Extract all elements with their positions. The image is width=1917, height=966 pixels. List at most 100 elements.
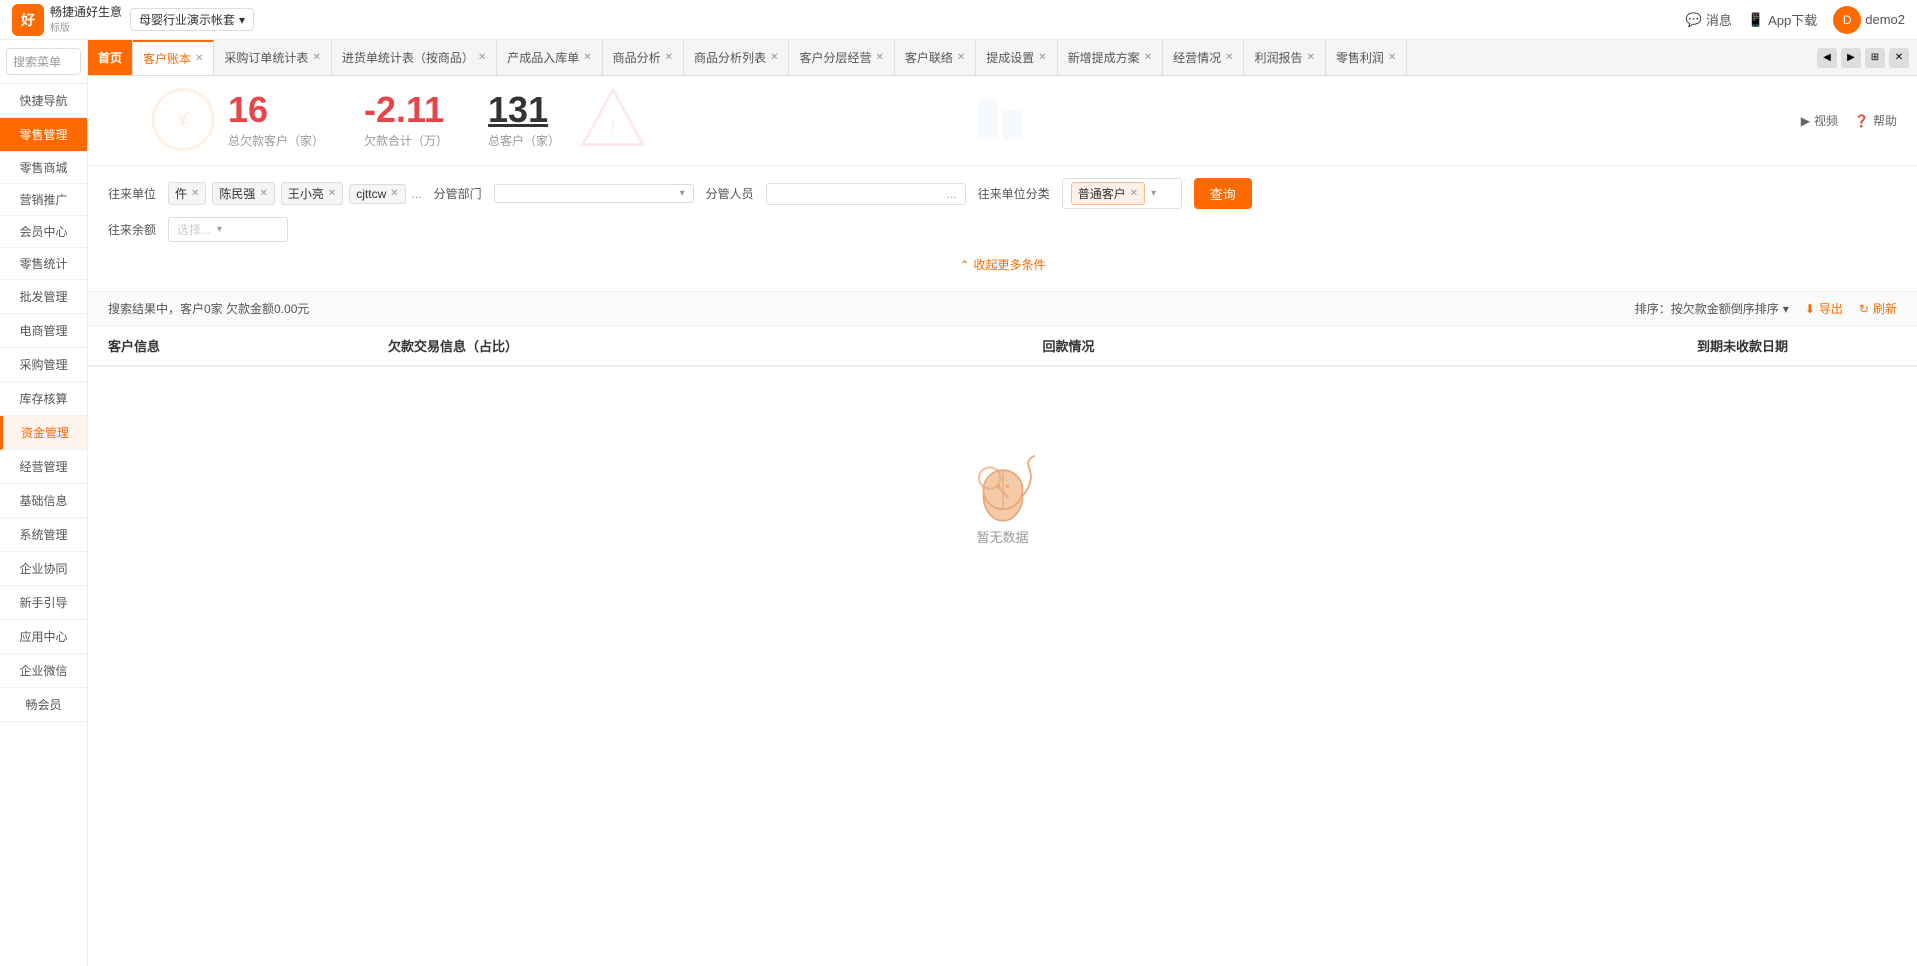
person-select[interactable]: ... — [766, 183, 966, 205]
category-select[interactable]: 普通客户 ✕ ▾ — [1062, 178, 1182, 209]
tab-shangpfxlb-label: 商品分析列表 — [694, 49, 766, 66]
sidebar-item-jichuxxi[interactable]: 基础信息 — [0, 484, 87, 518]
sidebar-item-changhuiy[interactable]: 畅会员 — [0, 688, 87, 722]
tab-more-btn[interactable]: ⊞ — [1865, 48, 1885, 68]
tab-next-btn[interactable]: ▶ — [1841, 48, 1861, 68]
sidebar-item-xitonggl[interactable]: 系统管理 — [0, 518, 87, 552]
sidebar-item-jingyingl[interactable]: 经营管理 — [0, 450, 87, 484]
tab-jingyingqk[interactable]: 经营情况 ✕ — [1163, 40, 1244, 76]
logo-sub: 标版 — [50, 19, 122, 34]
collapse-btn[interactable]: ⌃ 收起更多条件 — [108, 250, 1897, 279]
company-select[interactable]: 母婴行业演示帐套 ▾ — [130, 8, 254, 31]
unit-tag-4-label: cjttcw — [356, 187, 386, 201]
col-header-customer: 客户信息 — [108, 336, 388, 355]
tab-caigoudd-close[interactable]: ✕ — [312, 52, 320, 63]
tab-kehubk-close[interactable]: ✕ — [195, 53, 203, 64]
tab-kehulx-label: 客户联络 — [905, 49, 953, 66]
stat-debit-total: -2.11 欠款合计（万） — [364, 92, 488, 149]
refresh-btn[interactable]: ↻ 刷新 — [1859, 300, 1897, 317]
video-btn[interactable]: ▶ 视频 — [1801, 112, 1838, 129]
sidebar-item-xinshouyj[interactable]: 新手引导 — [0, 586, 87, 620]
col-header-due-date: 到期未收款日期 — [1697, 336, 1897, 355]
tab-kehulx-close[interactable]: ✕ — [957, 52, 965, 63]
tab-tichengss-close[interactable]: ✕ — [1038, 52, 1046, 63]
tab-jinhbc-close[interactable]: ✕ — [478, 52, 486, 63]
query-button[interactable]: 查询 — [1194, 178, 1252, 209]
unit-tag-2-close[interactable]: ✕ — [259, 188, 267, 199]
category-tag-close[interactable]: ✕ — [1130, 188, 1138, 199]
tab-shangpfxlb[interactable]: 商品分析列表 ✕ — [684, 40, 789, 76]
result-summary: 搜索结果中，客户0家 欠款金额0.00元 — [108, 300, 309, 317]
tab-shangpfx[interactable]: 商品分析 ✕ — [603, 40, 684, 76]
tab-caigoudd[interactable]: 采购订单统计表 ✕ — [214, 40, 331, 76]
unit-tag-2-label: 陈民强 — [219, 185, 255, 202]
sidebar-search-button[interactable]: 搜索菜单 — [6, 48, 81, 75]
top-bar-right: 💬 消息 📱 App下载 D demo2 — [1686, 6, 1905, 34]
video-icon: ▶ — [1801, 114, 1810, 128]
tab-jinhbc[interactable]: 进货单统计表（按商品） ✕ — [332, 40, 497, 76]
sidebar-item-kuaijiedh[interactable]: 快捷导航 — [0, 84, 87, 118]
tab-chancrk-close[interactable]: ✕ — [583, 52, 591, 63]
unit-tags-more[interactable]: ... — [412, 187, 422, 201]
tab-bar: 首页 客户账本 ✕ 采购订单统计表 ✕ 进货单统计表（按商品） ✕ 产成品入库单… — [88, 40, 1917, 76]
unit-tag-3-label: 王小亮 — [288, 185, 324, 202]
collapse-icon: ⌃ — [959, 258, 969, 272]
sidebar-item-dianshag[interactable]: 电商管理 — [0, 314, 87, 348]
tab-kehufcjy[interactable]: 客户分层经营 ✕ — [789, 40, 894, 76]
tab-home-label: 首页 — [98, 49, 122, 66]
tab-chancrk[interactable]: 产成品入库单 ✕ — [497, 40, 602, 76]
sidebar-item-lingshoglr[interactable]: 零售管理 — [0, 118, 87, 152]
user-area[interactable]: D demo2 — [1833, 6, 1905, 34]
balance-select[interactable]: 选择... ▾ — [168, 217, 288, 242]
tab-tichengss[interactable]: 提成设置 ✕ — [976, 40, 1057, 76]
sort-select[interactable]: 排序：按欠款金额倒序排序 ▾ — [1635, 300, 1789, 317]
tab-jingyingqk-close[interactable]: ✕ — [1225, 52, 1233, 63]
sidebar-item-yxingtg[interactable]: 营销推广 — [0, 184, 87, 216]
export-btn[interactable]: ⬇ 导出 — [1805, 300, 1843, 317]
tab-shangpfx-close[interactable]: ✕ — [665, 52, 673, 63]
message-btn[interactable]: 💬 消息 — [1686, 10, 1732, 29]
unit-tag-4-close[interactable]: ✕ — [390, 188, 398, 199]
tab-home[interactable]: 首页 — [88, 40, 133, 76]
tab-kehubk[interactable]: 客户账本 ✕ — [133, 40, 214, 76]
unit-tag-1-close[interactable]: ✕ — [191, 188, 199, 199]
unit-tag-3-close[interactable]: ✕ — [328, 188, 336, 199]
sidebar-item-huiyuanzx[interactable]: 会员中心 — [0, 216, 87, 248]
sidebar-item-lingshocheng[interactable]: 零售商城 — [0, 152, 87, 184]
tab-kehulx[interactable]: 客户联络 ✕ — [895, 40, 976, 76]
tab-close-all-btn[interactable]: ✕ — [1889, 48, 1909, 68]
dept-select[interactable]: ▾ — [494, 184, 694, 203]
message-label: 消息 — [1706, 10, 1732, 29]
sidebar-item-qiyewx[interactable]: 企业微信 — [0, 654, 87, 688]
svg-text:!: ! — [610, 116, 615, 136]
tab-libaogg[interactable]: 利润报告 ✕ — [1244, 40, 1325, 76]
tab-prev-btn[interactable]: ◀ — [1817, 48, 1837, 68]
tab-shangpfxlb-close[interactable]: ✕ — [770, 52, 778, 63]
sidebar-item-lingshoj[interactable]: 零售统计 — [0, 248, 87, 280]
sidebar-item-caigougl[interactable]: 采购管理 — [0, 348, 87, 382]
tab-kehufcjy-close[interactable]: ✕ — [875, 52, 883, 63]
person-more-icon[interactable]: ... — [947, 187, 957, 201]
help-btn[interactable]: ❓ 帮助 — [1854, 112, 1897, 129]
sidebar-item-yingyongzx[interactable]: 应用中心 — [0, 620, 87, 654]
tab-xinzengtcfa[interactable]: 新增提成方案 ✕ — [1058, 40, 1163, 76]
stat-debit-customers-label: 总欠款客户（家） — [228, 132, 324, 149]
unit-tag-1: 仵 ✕ — [168, 182, 206, 205]
top-bar-left: 好 畅捷通好生意 标版 母婴行业演示帐套 ▾ — [12, 4, 254, 36]
dept-label: 分管部门 — [434, 185, 482, 202]
tab-lingshouln-close[interactable]: ✕ — [1388, 52, 1396, 63]
sidebar-item-zijingl[interactable]: 资金管理 — [0, 416, 87, 450]
app-download-btn[interactable]: 📱 App下载 — [1748, 10, 1817, 29]
sidebar-item-qiyexty[interactable]: 企业协同 — [0, 552, 87, 586]
tab-xinzengtcfa-close[interactable]: ✕ — [1144, 52, 1152, 63]
stat-total-customers-label: 总客户（家） — [488, 132, 560, 149]
tab-lingshouln-label: 零售利润 — [1336, 49, 1384, 66]
table-container: 客户信息 欠款交易信息（占比） 回款情况 到期未收款日期 — [88, 326, 1917, 966]
sidebar-item-kucunhj[interactable]: 库存核算 — [0, 382, 87, 416]
sidebar: 搜索菜单 快捷导航 零售管理 零售商城 营销推广 会员中心 零售统计 批发管理 … — [0, 40, 88, 966]
collapse-label: 收起更多条件 — [974, 256, 1046, 273]
tab-libaogg-close[interactable]: ✕ — [1307, 52, 1315, 63]
tab-lingshouln[interactable]: 零售利润 ✕ — [1326, 40, 1407, 76]
logo-icon: 好 — [12, 4, 44, 36]
sidebar-item-pifahuo[interactable]: 批发管理 — [0, 280, 87, 314]
